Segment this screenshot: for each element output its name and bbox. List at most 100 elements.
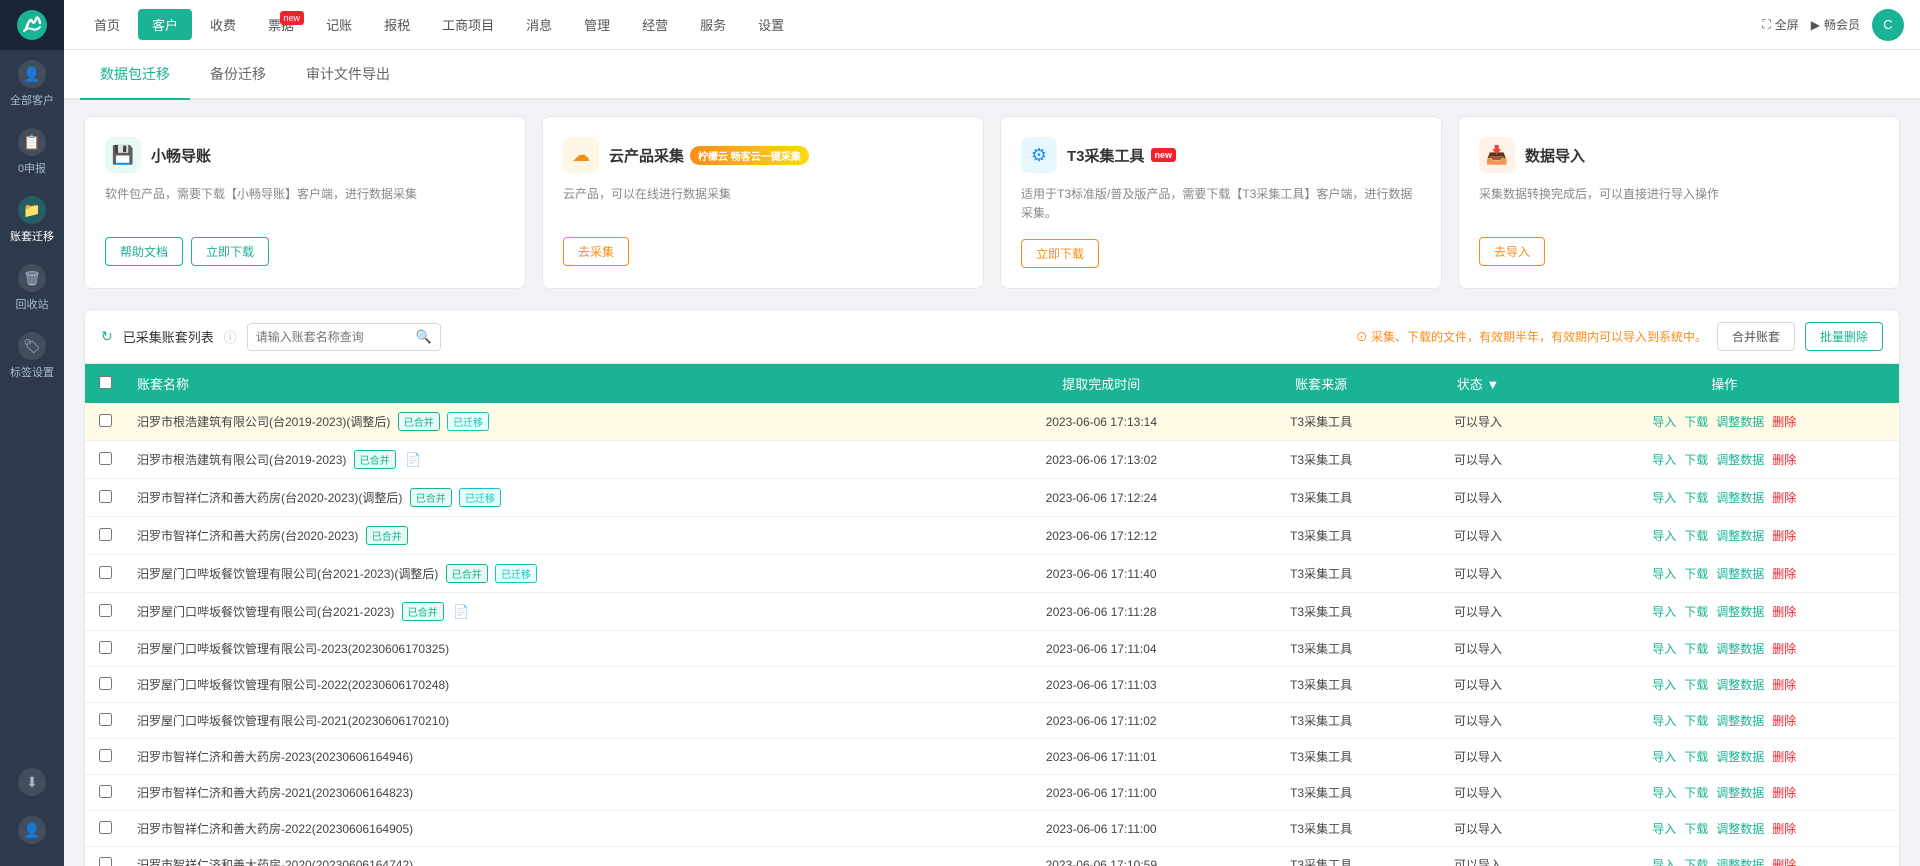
action-导入[interactable]: 导入 [1652,529,1676,543]
action-下载[interactable]: 下载 [1684,714,1708,728]
topnav-bookkeeping[interactable]: 记账 [312,9,366,40]
topnav-service[interactable]: 服务 [686,9,740,40]
row-checkbox[interactable] [99,749,112,762]
action-下载[interactable]: 下载 [1684,605,1708,619]
row-checkbox[interactable] [99,857,112,866]
action-导入[interactable]: 导入 [1652,714,1676,728]
action-调整数据[interactable]: 调整数据 [1716,415,1764,429]
action-删除[interactable]: 删除 [1772,822,1796,836]
row-checkbox[interactable] [99,713,112,726]
action-调整数据[interactable]: 调整数据 [1716,786,1764,800]
download-xiaochang-button[interactable]: 立即下载 [191,237,269,266]
row-checkbox[interactable] [99,604,112,617]
action-下载[interactable]: 下载 [1684,415,1708,429]
action-下载[interactable]: 下载 [1684,453,1708,467]
merge-button[interactable]: 合并账套 [1717,322,1795,351]
topnav-invoice[interactable]: 票据 new [254,9,308,40]
action-导入[interactable]: 导入 [1652,605,1676,619]
action-下载[interactable]: 下载 [1684,822,1708,836]
action-调整数据[interactable]: 调整数据 [1716,642,1764,656]
action-删除[interactable]: 删除 [1772,786,1796,800]
action-导入[interactable]: 导入 [1652,786,1676,800]
action-删除[interactable]: 删除 [1772,415,1796,429]
action-调整数据[interactable]: 调整数据 [1716,567,1764,581]
help-doc-button[interactable]: 帮助文档 [105,237,183,266]
topnav-customer[interactable]: 客户 [138,9,192,40]
action-调整数据[interactable]: 调整数据 [1716,714,1764,728]
list-refresh-icon[interactable]: ↻ [101,328,113,345]
tab-audit-export[interactable]: 审计文件导出 [286,50,410,100]
action-下载[interactable]: 下载 [1684,678,1708,692]
search-button[interactable]: 🔍 [408,324,440,350]
go-import-button[interactable]: 去导入 [1479,237,1545,266]
select-all-checkbox[interactable] [99,376,112,389]
action-调整数据[interactable]: 调整数据 [1716,453,1764,467]
sidebar-item-tag-settings[interactable]: 🏷 标签设置 [0,322,64,390]
fullscreen-button[interactable]: ⛶ 全屏 [1762,16,1798,33]
row-checkbox[interactable] [99,528,112,541]
topnav-message[interactable]: 消息 [512,9,566,40]
action-导入[interactable]: 导入 [1652,642,1676,656]
action-调整数据[interactable]: 调整数据 [1716,858,1764,866]
go-collect-button[interactable]: 去采集 [563,237,629,266]
action-删除[interactable]: 删除 [1772,714,1796,728]
row-checkbox[interactable] [99,677,112,690]
action-删除[interactable]: 删除 [1772,642,1796,656]
topnav-business[interactable]: 工商项目 [428,9,508,40]
action-导入[interactable]: 导入 [1652,415,1676,429]
action-导入[interactable]: 导入 [1652,750,1676,764]
row-checkbox[interactable] [99,490,112,503]
member-button[interactable]: ▶ 畅会员 [1811,16,1860,33]
action-导入[interactable]: 导入 [1652,822,1676,836]
action-下载[interactable]: 下载 [1684,491,1708,505]
action-导入[interactable]: 导入 [1652,453,1676,467]
action-导入[interactable]: 导入 [1652,858,1676,866]
action-下载[interactable]: 下载 [1684,642,1708,656]
info-icon[interactable]: ⓘ [224,327,237,346]
action-下载[interactable]: 下载 [1684,786,1708,800]
tab-data-migrate[interactable]: 数据包迁移 [80,50,190,100]
row-checkbox[interactable] [99,414,112,427]
action-调整数据[interactable]: 调整数据 [1716,491,1764,505]
action-导入[interactable]: 导入 [1652,567,1676,581]
row-checkbox[interactable] [99,785,112,798]
sidebar-item-account-migrate[interactable]: 📁 账套迁移 [0,186,64,254]
action-导入[interactable]: 导入 [1652,678,1676,692]
action-删除[interactable]: 删除 [1772,678,1796,692]
action-调整数据[interactable]: 调整数据 [1716,529,1764,543]
action-调整数据[interactable]: 调整数据 [1716,822,1764,836]
action-调整数据[interactable]: 调整数据 [1716,605,1764,619]
row-checkbox[interactable] [99,566,112,579]
row-checkbox[interactable] [99,821,112,834]
topnav-billing[interactable]: 收费 [196,9,250,40]
topnav-management[interactable]: 管理 [570,9,624,40]
action-删除[interactable]: 删除 [1772,453,1796,467]
sidebar-item-zero-report[interactable]: 📋 0申报 [0,118,64,186]
topnav-tax[interactable]: 报税 [370,9,424,40]
sidebar-item-all-customers[interactable]: 👤 全部客户 [0,50,64,118]
download-t3-button[interactable]: 立即下载 [1021,239,1099,268]
action-删除[interactable]: 删除 [1772,750,1796,764]
batch-delete-button[interactable]: 批量删除 [1805,322,1883,351]
action-删除[interactable]: 删除 [1772,491,1796,505]
row-checkbox[interactable] [99,452,112,465]
topnav-operation[interactable]: 经营 [628,9,682,40]
action-删除[interactable]: 删除 [1772,567,1796,581]
sidebar-item-download[interactable]: ⬇ [0,758,64,806]
row-checkbox[interactable] [99,641,112,654]
sidebar-item-user-profile[interactable]: 👤 [0,806,64,854]
action-下载[interactable]: 下载 [1684,567,1708,581]
tab-backup-migrate[interactable]: 备份迁移 [190,50,286,100]
action-导入[interactable]: 导入 [1652,491,1676,505]
action-下载[interactable]: 下载 [1684,529,1708,543]
action-删除[interactable]: 删除 [1772,529,1796,543]
sidebar-item-recycle[interactable]: 🗑 回收站 [0,254,64,322]
action-删除[interactable]: 删除 [1772,858,1796,866]
action-删除[interactable]: 删除 [1772,605,1796,619]
topnav-home[interactable]: 首页 [80,9,134,40]
action-调整数据[interactable]: 调整数据 [1716,678,1764,692]
action-调整数据[interactable]: 调整数据 [1716,750,1764,764]
avatar[interactable]: C [1872,9,1904,41]
search-input[interactable] [248,330,408,344]
action-下载[interactable]: 下载 [1684,750,1708,764]
